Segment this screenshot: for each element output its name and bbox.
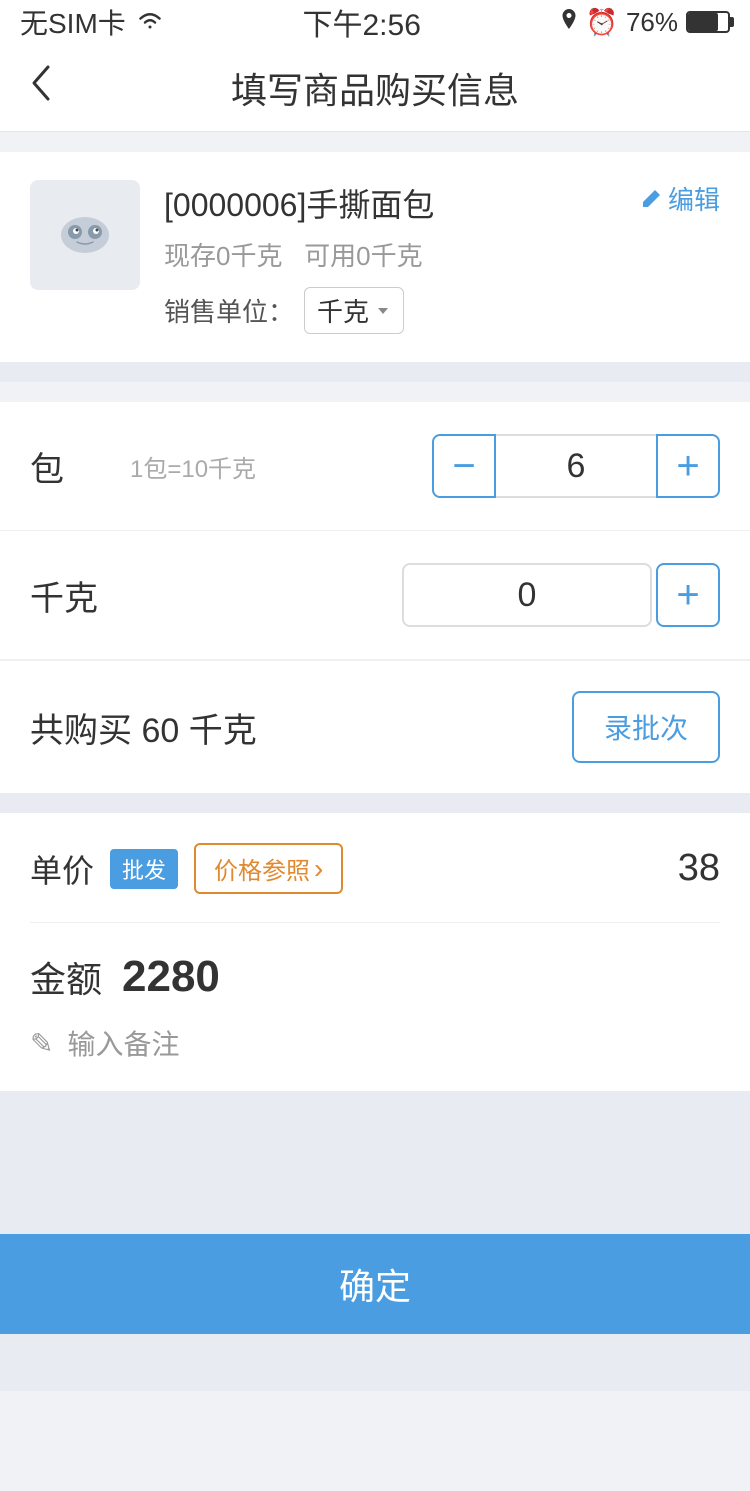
amount-section: 金额 2280 ✎ 输入备注 bbox=[0, 923, 750, 1091]
page-title: 填写商品购买信息 bbox=[231, 62, 519, 114]
divider-1 bbox=[0, 362, 750, 382]
package-plus-button[interactable]: + bbox=[656, 434, 720, 498]
product-info: [0000006]手撕面包 编辑 现存0千克 可用0千克 销售单位： 千克 bbox=[164, 180, 720, 334]
status-left: 无SIM卡 bbox=[20, 2, 164, 42]
product-unit: 销售单位： 千克 bbox=[164, 287, 720, 334]
nav-bar: 填写商品购买信息 bbox=[0, 44, 750, 132]
divider-2 bbox=[0, 793, 750, 813]
price-type-tag: 批发 bbox=[110, 849, 178, 889]
status-bar: 无SIM卡 下午2:56 ⏰ 76% bbox=[0, 0, 750, 44]
status-right: ⏰ 76% bbox=[560, 7, 730, 38]
price-reference-button[interactable]: 价格参照 › bbox=[194, 843, 343, 894]
remark-row[interactable]: ✎ 输入备注 bbox=[30, 1023, 720, 1063]
alarm-icon: ⏰ bbox=[586, 7, 618, 38]
battery-icon bbox=[686, 11, 730, 33]
kg-label: 千克 bbox=[30, 571, 110, 620]
product-stock: 现存0千克 可用0千克 bbox=[164, 236, 720, 273]
amount-row: 金额 2280 bbox=[30, 951, 720, 1003]
pencil-icon: ✎ bbox=[30, 1027, 53, 1060]
kg-quantity-control: + bbox=[402, 563, 720, 627]
product-card: [0000006]手撕面包 编辑 现存0千克 可用0千克 销售单位： 千克 bbox=[0, 152, 750, 362]
package-quantity-input[interactable] bbox=[496, 434, 656, 498]
package-minus-button[interactable]: − bbox=[432, 434, 496, 498]
total-amount: 60 bbox=[141, 712, 179, 750]
kg-quantity-input[interactable] bbox=[402, 563, 652, 627]
amount-label: 金额 bbox=[30, 951, 102, 1003]
package-input-section: 包 1包=10千克 − + 千克 + 共购买 60 千克 录批次 bbox=[0, 402, 750, 793]
wifi-icon bbox=[136, 6, 164, 38]
remark-placeholder: 输入备注 bbox=[67, 1023, 179, 1063]
amount-value: 2280 bbox=[122, 952, 220, 1002]
kg-plus-button[interactable]: + bbox=[656, 563, 720, 627]
price-label: 单价 bbox=[30, 846, 94, 892]
battery-text: 76% bbox=[626, 7, 678, 38]
total-row: 共购买 60 千克 录批次 bbox=[0, 660, 750, 793]
package-quantity-control: − + bbox=[432, 434, 720, 498]
package-hint: 1包=10千克 bbox=[130, 449, 412, 484]
package-label: 包 bbox=[30, 442, 110, 491]
edit-button[interactable]: 编辑 bbox=[640, 180, 720, 217]
unit-select[interactable]: 千克 bbox=[304, 287, 404, 334]
batch-button[interactable]: 录批次 bbox=[572, 691, 720, 763]
confirm-bar[interactable]: 确定 bbox=[0, 1234, 750, 1334]
location-icon bbox=[560, 7, 578, 38]
price-row: 单价 批发 价格参照 › 38 bbox=[30, 843, 720, 923]
total-text: 共购买 60 千克 bbox=[30, 703, 257, 752]
price-section: 单价 批发 价格参照 › 38 bbox=[0, 813, 750, 923]
carrier-text: 无SIM卡 bbox=[20, 2, 126, 42]
status-time: 下午2:56 bbox=[302, 0, 420, 44]
back-button[interactable] bbox=[28, 63, 52, 113]
package-row: 包 1包=10千克 − + bbox=[0, 402, 750, 531]
kg-row: 千克 + bbox=[0, 531, 750, 660]
product-name: [0000006]手撕面包 bbox=[164, 180, 434, 226]
product-thumbnail bbox=[30, 180, 140, 290]
price-value: 38 bbox=[678, 847, 720, 890]
confirm-button-text: 确定 bbox=[339, 1258, 411, 1310]
